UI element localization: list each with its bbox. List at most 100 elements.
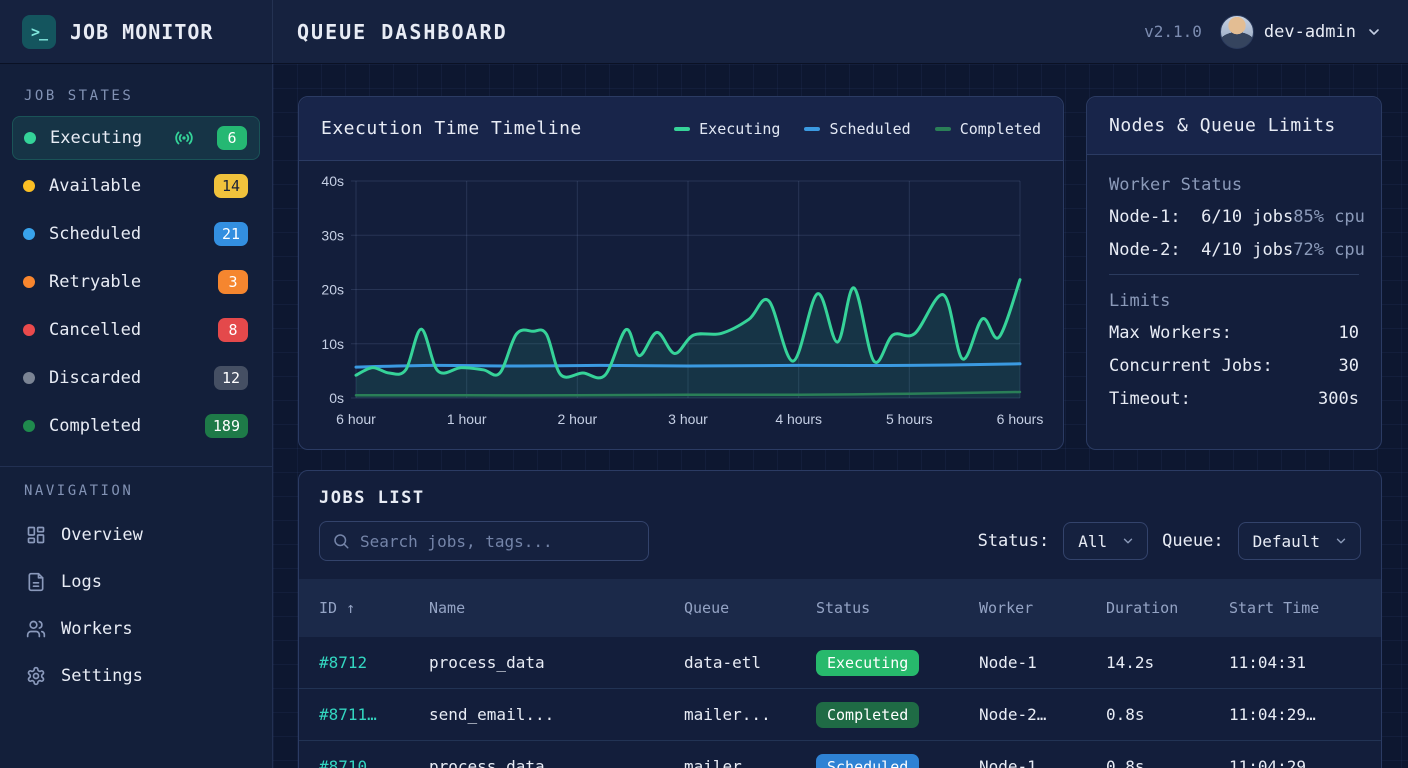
chart-legend: Executing Scheduled Completed [674, 120, 1041, 138]
svg-text:3 hour: 3 hour [668, 411, 708, 427]
overview-icon [26, 525, 46, 545]
nav-label: Settings [61, 665, 143, 686]
jobs-table-body: #8712 process_data data-etl Executing Node-1… [299, 637, 1381, 768]
navigation-list: Overview Logs Workers Settings [0, 511, 272, 699]
job-states-title: JOB STATES [24, 88, 134, 104]
column-header-duration[interactable]: Duration [1106, 599, 1229, 617]
state-dot [23, 372, 35, 384]
state-dot [24, 132, 36, 144]
state-dot [23, 228, 35, 240]
job-name: process_data [429, 653, 545, 672]
timeline-title: Execution Time Timeline [321, 118, 582, 139]
state-count-badge: 21 [213, 222, 248, 246]
status-filter-label: Status: [977, 531, 1050, 551]
state-count-badge: 3 [218, 270, 248, 294]
legend-item-completed[interactable]: Completed [934, 120, 1041, 138]
job-duration: 0.8s [1106, 757, 1145, 768]
sidebar-item-discarded[interactable]: Discarded 12 [12, 356, 260, 400]
chevron-down-icon [1121, 534, 1135, 548]
svg-text:5 hours: 5 hours [886, 411, 933, 427]
job-start-time: 11:04:29… [1229, 705, 1316, 724]
column-header-name[interactable]: Name [429, 599, 684, 617]
sidebar-item-logs[interactable]: Logs [0, 558, 272, 605]
legend-item-scheduled[interactable]: Scheduled [804, 119, 911, 138]
svg-text:30s: 30s [321, 227, 344, 243]
svg-text:6 hours: 6 hours [997, 411, 1044, 427]
avatar [1219, 14, 1254, 49]
column-header-queue[interactable]: Queue [684, 599, 816, 617]
worker-status-list: Node-1: 6/10 jobs 85% cpu Node-2: 4/10 job… [1109, 207, 1365, 260]
legend-swatch [674, 126, 691, 131]
limit-label: Max Workers: [1109, 323, 1232, 343]
node-name: Node-1: [1109, 207, 1202, 227]
column-header-id[interactable]: ID ↑ [319, 599, 429, 617]
sidebar-item-retryable[interactable]: Retryable 3 [12, 260, 260, 304]
table-row[interactable]: #8712 process_data data-etl Executing Node-1… [299, 637, 1381, 689]
sidebar-item-available[interactable]: Available 14 [12, 164, 260, 208]
timeline-panel: Execution Time Timeline Executing Schedul… [298, 96, 1064, 450]
state-dot [23, 276, 35, 288]
job-queue: data-etl [684, 653, 762, 672]
legend-label: Scheduled [829, 119, 911, 138]
limit-value: 30 [1338, 356, 1359, 376]
table-row[interactable]: #8710 process_data mailer Scheduled Node-1 0.… [299, 741, 1381, 768]
logs-icon [26, 572, 46, 592]
sidebar-item-settings[interactable]: Settings [0, 652, 272, 699]
worker-status-title: Worker Status [1109, 175, 1243, 195]
search-input[interactable] [360, 531, 636, 551]
legend-swatch [934, 126, 951, 131]
navigation-title: NAVIGATION [24, 483, 134, 499]
limits-list: Max Workers: 10 Concurrent Jobs: 30 Timeout:… [1109, 323, 1359, 409]
brand: >_ JOB MONITOR [0, 0, 273, 63]
table-row[interactable]: #8711… send_email... mailer... Completed Nod… [299, 689, 1381, 741]
page-title: QUEUE DASHBOARD [297, 19, 508, 44]
sidebar-item-workers[interactable]: Workers [0, 605, 272, 652]
workers-icon [26, 619, 46, 639]
limits-title: Limits [1109, 291, 1171, 311]
legend-item-executing[interactable]: Executing [674, 120, 780, 138]
legend-swatch [804, 126, 821, 131]
limit-label: Concurrent Jobs: [1109, 356, 1273, 376]
terminal-icon: >_ [22, 14, 56, 49]
queue-filter-select[interactable]: Default [1237, 522, 1361, 560]
user-menu[interactable]: dev-admin [1219, 14, 1382, 49]
job-id-link[interactable]: #8711… [319, 705, 429, 724]
sidebar-item-cancelled[interactable]: Cancelled 8 [12, 308, 260, 352]
job-worker: Node-1 [979, 757, 1037, 768]
chevron-down-icon [1366, 24, 1382, 40]
state-count-badge: 8 [218, 318, 248, 342]
job-id-link[interactable]: #8712 [319, 653, 429, 672]
job-queue: mailer [684, 757, 742, 768]
limit-row: Timeout: 300s [1109, 389, 1359, 409]
column-header-starttime[interactable]: Start Time [1229, 599, 1381, 617]
job-start-time: 11:04:31 [1229, 653, 1307, 672]
node-jobs: 4/10 jobs [1201, 240, 1294, 260]
svg-text:10s: 10s [321, 336, 344, 352]
settings-icon [26, 666, 46, 686]
state-label: Retryable [49, 272, 142, 292]
svg-text:4 hours: 4 hours [775, 411, 822, 427]
state-label: Scheduled [49, 224, 142, 244]
column-header-status[interactable]: Status [816, 599, 979, 617]
sidebar-item-scheduled[interactable]: Scheduled 21 [12, 212, 260, 256]
status-filter-select[interactable]: All [1063, 522, 1149, 560]
state-dot [23, 420, 35, 432]
state-label: Available [49, 176, 142, 196]
jobs-search[interactable] [319, 521, 649, 561]
timeline-panel-header: Execution Time Timeline Executing Schedul… [299, 97, 1063, 161]
status-badge: Scheduled [816, 753, 920, 768]
limit-value: 10 [1338, 323, 1359, 343]
sidebar-item-executing[interactable]: Executing 6 [12, 116, 260, 160]
job-duration: 0.8s [1106, 705, 1145, 724]
sidebar-item-overview[interactable]: Overview [0, 511, 272, 558]
job-start-time: 11:04:29 [1229, 757, 1307, 768]
nav-label: Logs [61, 571, 102, 592]
column-header-worker[interactable]: Worker [979, 599, 1106, 617]
job-states-list: Executing 6 Available 14 Scheduled 21 Retryabl… [0, 116, 272, 448]
user-name: dev-admin [1263, 21, 1356, 42]
timeline-chart: 0s 10s 20s 30s 40s 6 hour 1 hour 2 hour 3 hour 4 … [321, 173, 1044, 427]
limit-row: Concurrent Jobs: 30 [1109, 356, 1359, 376]
job-id-link[interactable]: #8710 [319, 757, 429, 768]
status-filter-value: All [1078, 531, 1108, 551]
sidebar-item-completed[interactable]: Completed 189 [12, 404, 260, 448]
